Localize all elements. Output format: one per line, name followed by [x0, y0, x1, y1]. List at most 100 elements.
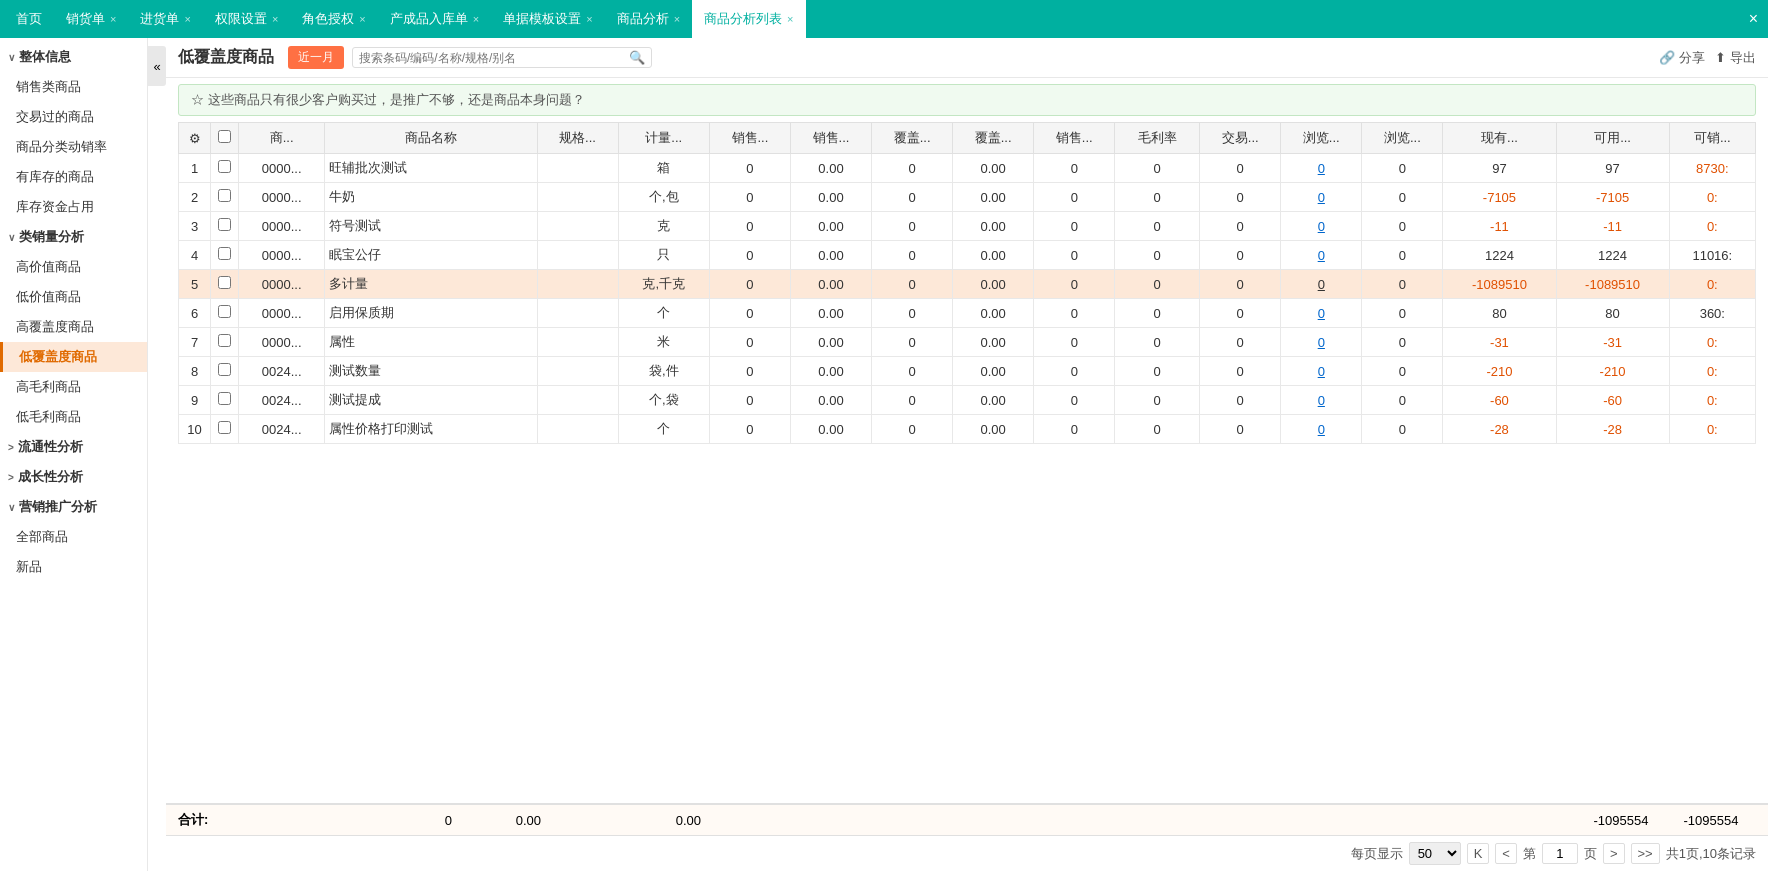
- row-select-checkbox[interactable]: [218, 218, 231, 231]
- first-page-button[interactable]: K: [1467, 843, 1490, 864]
- row-checkbox[interactable]: [211, 328, 239, 357]
- col-browse2[interactable]: 浏览...: [1362, 123, 1443, 154]
- sidebar-section-flow[interactable]: > 流通性分析: [0, 432, 147, 462]
- col-gross-rate[interactable]: 毛利率: [1115, 123, 1200, 154]
- sidebar-item-low-profit[interactable]: 低毛利商品: [0, 402, 147, 432]
- nav-tab-sales[interactable]: 销货单 ×: [54, 0, 128, 38]
- row-checkbox[interactable]: [211, 415, 239, 444]
- sidebar-section-quality[interactable]: ∨ 类销量分析: [0, 222, 147, 252]
- close-icon[interactable]: ×: [110, 13, 116, 25]
- page-title: 低覆盖度商品: [178, 47, 274, 68]
- col-trade[interactable]: 交易...: [1200, 123, 1281, 154]
- page-number-input[interactable]: [1542, 843, 1578, 864]
- row-checkbox[interactable]: [211, 212, 239, 241]
- sidebar-section-overall[interactable]: ∨ 整体信息: [0, 42, 147, 72]
- page-size-select[interactable]: 50 20 100 200: [1409, 842, 1461, 865]
- search-input[interactable]: [359, 51, 629, 65]
- period-button[interactable]: 近一月: [288, 46, 344, 69]
- settings-icon[interactable]: ⚙: [189, 131, 201, 146]
- col-coverage1[interactable]: 覆盖...: [872, 123, 953, 154]
- row-checkbox[interactable]: [211, 299, 239, 328]
- close-icon[interactable]: ×: [787, 13, 793, 25]
- close-all-button[interactable]: ×: [1749, 10, 1758, 28]
- sidebar-item-high-profit[interactable]: 高毛利商品: [0, 372, 147, 402]
- row-browse1[interactable]: 0: [1281, 212, 1362, 241]
- nav-tab-analysis-list[interactable]: 商品分析列表 ×: [692, 0, 805, 38]
- col-code[interactable]: 商...: [239, 123, 325, 154]
- row-checkbox[interactable]: [211, 241, 239, 270]
- last-page-button[interactable]: >>: [1631, 843, 1660, 864]
- row-select-checkbox[interactable]: [218, 160, 231, 173]
- nav-tab-purchase[interactable]: 进货单 ×: [128, 0, 202, 38]
- col-available[interactable]: 可用...: [1556, 123, 1669, 154]
- close-icon[interactable]: ×: [473, 13, 479, 25]
- row-browse1[interactable]: 0: [1281, 270, 1362, 299]
- nav-tab-analysis[interactable]: 商品分析 ×: [605, 0, 692, 38]
- nav-tab-role[interactable]: 角色授权 ×: [290, 0, 377, 38]
- nav-tab-home[interactable]: 首页: [4, 0, 54, 38]
- col-coverage2[interactable]: 覆盖...: [953, 123, 1034, 154]
- sidebar-item-high-value[interactable]: 高价值商品: [0, 252, 147, 282]
- row-checkbox[interactable]: [211, 183, 239, 212]
- close-icon[interactable]: ×: [674, 13, 680, 25]
- close-icon[interactable]: ×: [184, 13, 190, 25]
- col-sales-extra[interactable]: 销售...: [1034, 123, 1115, 154]
- sidebar-item-all-products[interactable]: 全部商品: [0, 522, 147, 552]
- sidebar-item-traded-products[interactable]: 交易过的商品: [0, 102, 147, 132]
- export-button[interactable]: ⬆ 导出: [1715, 49, 1756, 67]
- row-select-checkbox[interactable]: [218, 421, 231, 434]
- row-select-checkbox[interactable]: [218, 247, 231, 260]
- row-checkbox[interactable]: [211, 357, 239, 386]
- row-select-checkbox[interactable]: [218, 276, 231, 289]
- row-select-checkbox[interactable]: [218, 392, 231, 405]
- row-checkbox[interactable]: [211, 386, 239, 415]
- row-browse1[interactable]: 0: [1281, 154, 1362, 183]
- col-checkbox[interactable]: [211, 123, 239, 154]
- table-container[interactable]: ⚙ 商... 商品名称 规格... 计量... 销售... 销售... 覆盖..…: [178, 122, 1756, 803]
- share-button[interactable]: 🔗 分享: [1659, 49, 1705, 67]
- row-select-checkbox[interactable]: [218, 334, 231, 347]
- col-sales-amount[interactable]: 销售...: [790, 123, 871, 154]
- col-sellable[interactable]: 可销...: [1669, 123, 1755, 154]
- col-settings[interactable]: ⚙: [179, 123, 211, 154]
- row-select-checkbox[interactable]: [218, 363, 231, 376]
- sidebar-section-marketing[interactable]: ∨ 营销推广分析: [0, 492, 147, 522]
- sidebar-item-sales-products[interactable]: 销售类商品: [0, 72, 147, 102]
- row-browse1[interactable]: 0: [1281, 183, 1362, 212]
- sidebar-item-capital-occupied[interactable]: 库存资金占用: [0, 192, 147, 222]
- col-spec[interactable]: 规格...: [537, 123, 618, 154]
- close-icon[interactable]: ×: [586, 13, 592, 25]
- row-checkbox[interactable]: [211, 270, 239, 299]
- sidebar-item-low-value[interactable]: 低价值商品: [0, 282, 147, 312]
- close-icon[interactable]: ×: [272, 13, 278, 25]
- sidebar-item-inventory-products[interactable]: 有库存的商品: [0, 162, 147, 192]
- sidebar-item-high-coverage[interactable]: 高覆盖度商品: [0, 312, 147, 342]
- nav-tab-permission[interactable]: 权限设置 ×: [203, 0, 290, 38]
- select-all-checkbox[interactable]: [218, 130, 231, 143]
- row-select-checkbox[interactable]: [218, 189, 231, 202]
- next-page-button[interactable]: >: [1603, 843, 1625, 864]
- sidebar-item-new-products[interactable]: 新品: [0, 552, 147, 582]
- close-icon[interactable]: ×: [359, 13, 365, 25]
- row-browse1[interactable]: 0: [1281, 299, 1362, 328]
- col-current[interactable]: 现有...: [1443, 123, 1556, 154]
- row-browse1[interactable]: 0: [1281, 415, 1362, 444]
- sidebar-section-growth[interactable]: > 成长性分析: [0, 462, 147, 492]
- sidebar-item-low-coverage[interactable]: 低覆盖度商品: [0, 342, 147, 372]
- row-select-checkbox[interactable]: [218, 305, 231, 318]
- row-checkbox[interactable]: [211, 154, 239, 183]
- col-sales-count[interactable]: 销售...: [709, 123, 790, 154]
- col-name[interactable]: 商品名称: [325, 123, 537, 154]
- row-coverage2: 0.00: [953, 212, 1034, 241]
- row-browse1[interactable]: 0: [1281, 386, 1362, 415]
- row-browse1[interactable]: 0: [1281, 328, 1362, 357]
- sidebar-collapse-button[interactable]: «: [148, 46, 166, 86]
- col-unit[interactable]: 计量...: [618, 123, 709, 154]
- row-browse1[interactable]: 0: [1281, 241, 1362, 270]
- sidebar-item-activity-rate[interactable]: 商品分类动销率: [0, 132, 147, 162]
- nav-tab-product-entry[interactable]: 产成品入库单 ×: [378, 0, 491, 38]
- prev-page-button[interactable]: <: [1495, 843, 1517, 864]
- nav-tab-template[interactable]: 单据模板设置 ×: [491, 0, 604, 38]
- row-browse1[interactable]: 0: [1281, 357, 1362, 386]
- col-browse1[interactable]: 浏览...: [1281, 123, 1362, 154]
